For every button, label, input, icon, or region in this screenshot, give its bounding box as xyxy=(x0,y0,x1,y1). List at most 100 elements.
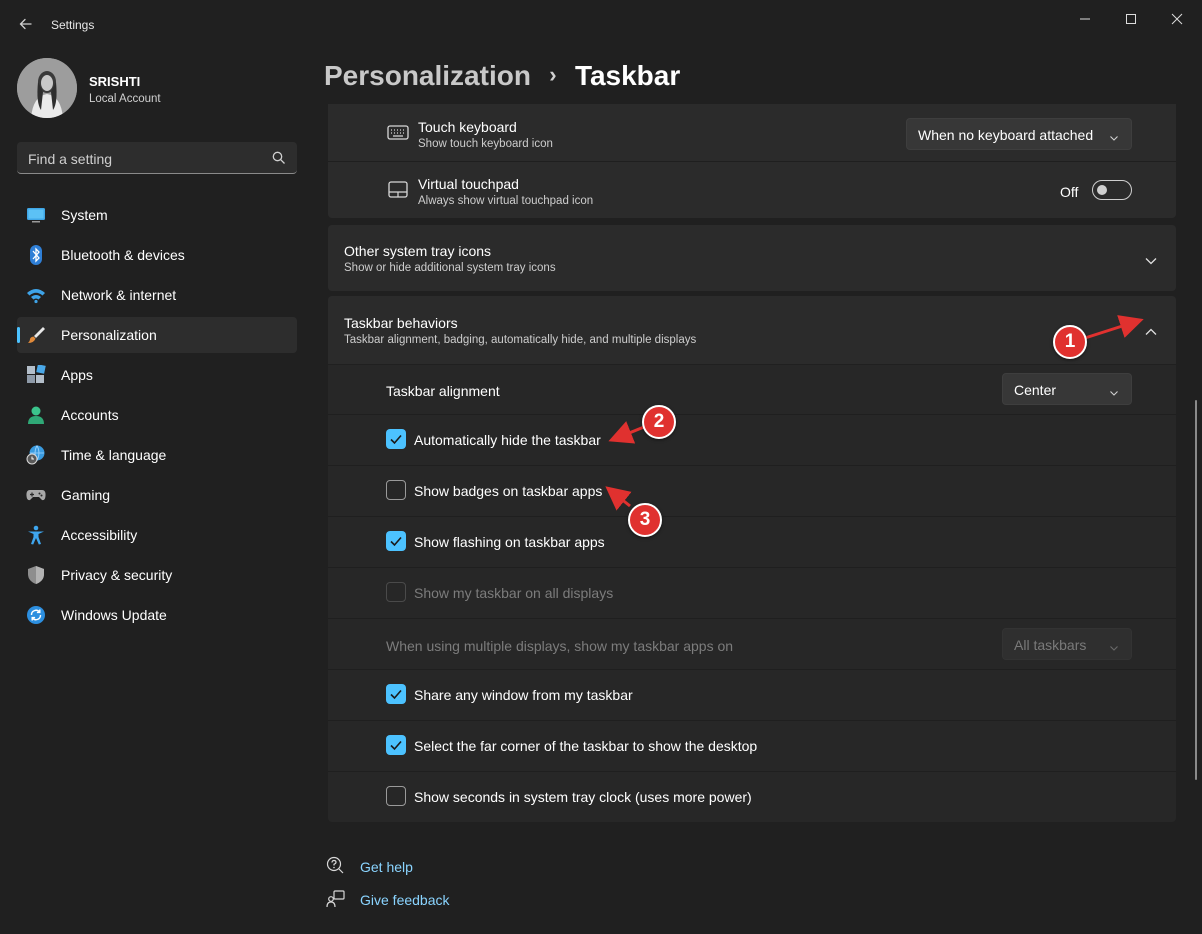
annotation-badge-2: 2 xyxy=(642,405,676,439)
sidebar-item-label: Network & internet xyxy=(61,287,177,303)
annotation-badge-1: 1 xyxy=(1053,325,1087,359)
search-icon[interactable] xyxy=(271,150,287,166)
bluetooth-icon xyxy=(26,245,46,265)
get-help-link[interactable]: Get help xyxy=(360,859,413,875)
show-badges-checkbox[interactable] xyxy=(386,480,406,500)
globe-clock-icon xyxy=(26,445,46,465)
breadcrumb-separator: › xyxy=(549,62,557,87)
touch-keyboard-title: Touch keyboard xyxy=(418,119,517,135)
apps-icon xyxy=(26,364,46,385)
divider xyxy=(328,618,1176,619)
avatar[interactable] xyxy=(17,58,77,118)
sidebar-item-label: Gaming xyxy=(61,487,111,503)
checkmark-icon xyxy=(390,740,402,751)
maximize-button[interactable] xyxy=(1108,4,1154,34)
shield-icon xyxy=(26,565,46,585)
breadcrumb-parent[interactable]: Personalization xyxy=(324,60,531,91)
dropdown-value: Center xyxy=(1014,382,1057,398)
taskbar-behaviors-subtitle: Taskbar alignment, badging, automaticall… xyxy=(344,334,697,346)
brush-icon xyxy=(26,325,46,345)
divider xyxy=(328,771,1176,772)
feedback-icon xyxy=(326,889,346,909)
sidebar-item-label: System xyxy=(61,207,108,223)
sidebar-item-label: Accessibility xyxy=(61,527,138,543)
annotation-badge-3: 3 xyxy=(628,503,662,537)
show-flashing-checkbox[interactable] xyxy=(386,531,406,551)
divider xyxy=(328,161,1176,162)
chevron-down-icon xyxy=(1109,385,1119,396)
sidebar-item-personalization[interactable]: Personalization xyxy=(17,317,297,353)
sidebar-item-accounts[interactable]: Accounts xyxy=(17,397,297,433)
chevron-down-icon xyxy=(1109,640,1119,651)
all-displays-label: Show my taskbar on all displays xyxy=(414,585,614,601)
profile-name: SRISHTI xyxy=(89,74,141,89)
scrollbar-thumb[interactable] xyxy=(1195,400,1197,780)
profile-account-type: Local Account xyxy=(89,93,161,105)
window-title: Settings xyxy=(51,18,95,32)
sidebar-item-privacy[interactable]: Privacy & security xyxy=(17,557,297,593)
sidebar-item-gaming[interactable]: Gaming xyxy=(17,477,297,513)
search-box[interactable]: Find a setting xyxy=(17,142,297,174)
toggle-state-label: Off xyxy=(1060,184,1079,200)
chevron-down-icon[interactable] xyxy=(1145,253,1157,265)
search-input[interactable]: Find a setting xyxy=(28,151,112,167)
divider xyxy=(328,516,1176,517)
chevron-down-icon xyxy=(1109,130,1119,141)
far-corner-label[interactable]: Select the far corner of the taskbar to … xyxy=(414,738,757,754)
touchpad-icon xyxy=(387,180,409,200)
touch-keyboard-dropdown[interactable]: When no keyboard attached xyxy=(906,118,1132,150)
accessibility-icon xyxy=(26,525,46,545)
back-arrow-icon[interactable] xyxy=(12,10,40,38)
sidebar-item-label: Bluetooth & devices xyxy=(61,247,185,263)
checkmark-icon xyxy=(390,689,402,700)
title-bar: Settings xyxy=(0,0,1202,50)
auto-hide-label[interactable]: Automatically hide the taskbar xyxy=(414,432,601,448)
sidebar-item-label: Time & language xyxy=(61,447,167,463)
sidebar-item-label: Windows Update xyxy=(61,607,167,623)
taskbar-alignment-label: Taskbar alignment xyxy=(386,383,500,399)
divider xyxy=(328,465,1176,466)
sidebar-item-label: Apps xyxy=(61,367,93,383)
share-window-checkbox[interactable] xyxy=(386,684,406,704)
accounts-icon xyxy=(26,405,46,425)
show-flashing-label[interactable]: Show flashing on taskbar apps xyxy=(414,534,605,550)
sidebar-item-accessibility[interactable]: Accessibility xyxy=(17,517,297,553)
all-displays-checkbox xyxy=(386,582,406,602)
show-seconds-checkbox[interactable] xyxy=(386,786,406,806)
show-seconds-label[interactable]: Show seconds in system tray clock (uses … xyxy=(414,789,752,805)
auto-hide-checkbox[interactable] xyxy=(386,429,406,449)
breadcrumb: Personalization › Taskbar xyxy=(324,60,680,92)
divider xyxy=(328,669,1176,670)
sidebar-item-network[interactable]: Network & internet xyxy=(17,277,297,313)
multi-display-label: When using multiple displays, show my ta… xyxy=(386,638,734,654)
system-icon xyxy=(26,205,46,225)
dropdown-value: When no keyboard attached xyxy=(918,127,1094,143)
taskbar-alignment-dropdown[interactable]: Center xyxy=(1002,373,1132,405)
virtual-touchpad-title: Virtual touchpad xyxy=(418,176,519,192)
checkmark-icon xyxy=(390,536,402,547)
keyboard-icon xyxy=(387,124,409,142)
sidebar-item-bluetooth[interactable]: Bluetooth & devices xyxy=(17,237,297,273)
virtual-touchpad-toggle[interactable] xyxy=(1092,180,1132,200)
other-tray-title: Other system tray icons xyxy=(344,243,492,259)
show-badges-label[interactable]: Show badges on taskbar apps xyxy=(414,483,602,499)
far-corner-checkbox[interactable] xyxy=(386,735,406,755)
toggle-knob xyxy=(1097,185,1107,195)
chevron-up-icon[interactable] xyxy=(1145,324,1157,335)
sidebar-item-time-language[interactable]: Time & language xyxy=(17,437,297,473)
sidebar-item-windows-update[interactable]: Windows Update xyxy=(17,597,297,633)
page-title: Taskbar xyxy=(574,60,681,91)
sidebar-item-label: Privacy & security xyxy=(61,567,173,583)
minimize-button[interactable] xyxy=(1062,4,1108,34)
wifi-icon xyxy=(26,285,46,305)
share-window-label[interactable]: Share any window from my taskbar xyxy=(414,687,633,703)
sidebar-item-label: Personalization xyxy=(61,327,157,343)
sidebar-item-label: Accounts xyxy=(61,407,119,423)
dropdown-value: All taskbars xyxy=(1014,637,1087,653)
give-feedback-link[interactable]: Give feedback xyxy=(360,892,450,908)
close-button[interactable] xyxy=(1154,4,1200,34)
checkmark-icon xyxy=(390,434,402,445)
sidebar-item-system[interactable]: System xyxy=(17,197,297,233)
sidebar-item-apps[interactable]: Apps xyxy=(17,357,297,393)
divider xyxy=(328,567,1176,568)
